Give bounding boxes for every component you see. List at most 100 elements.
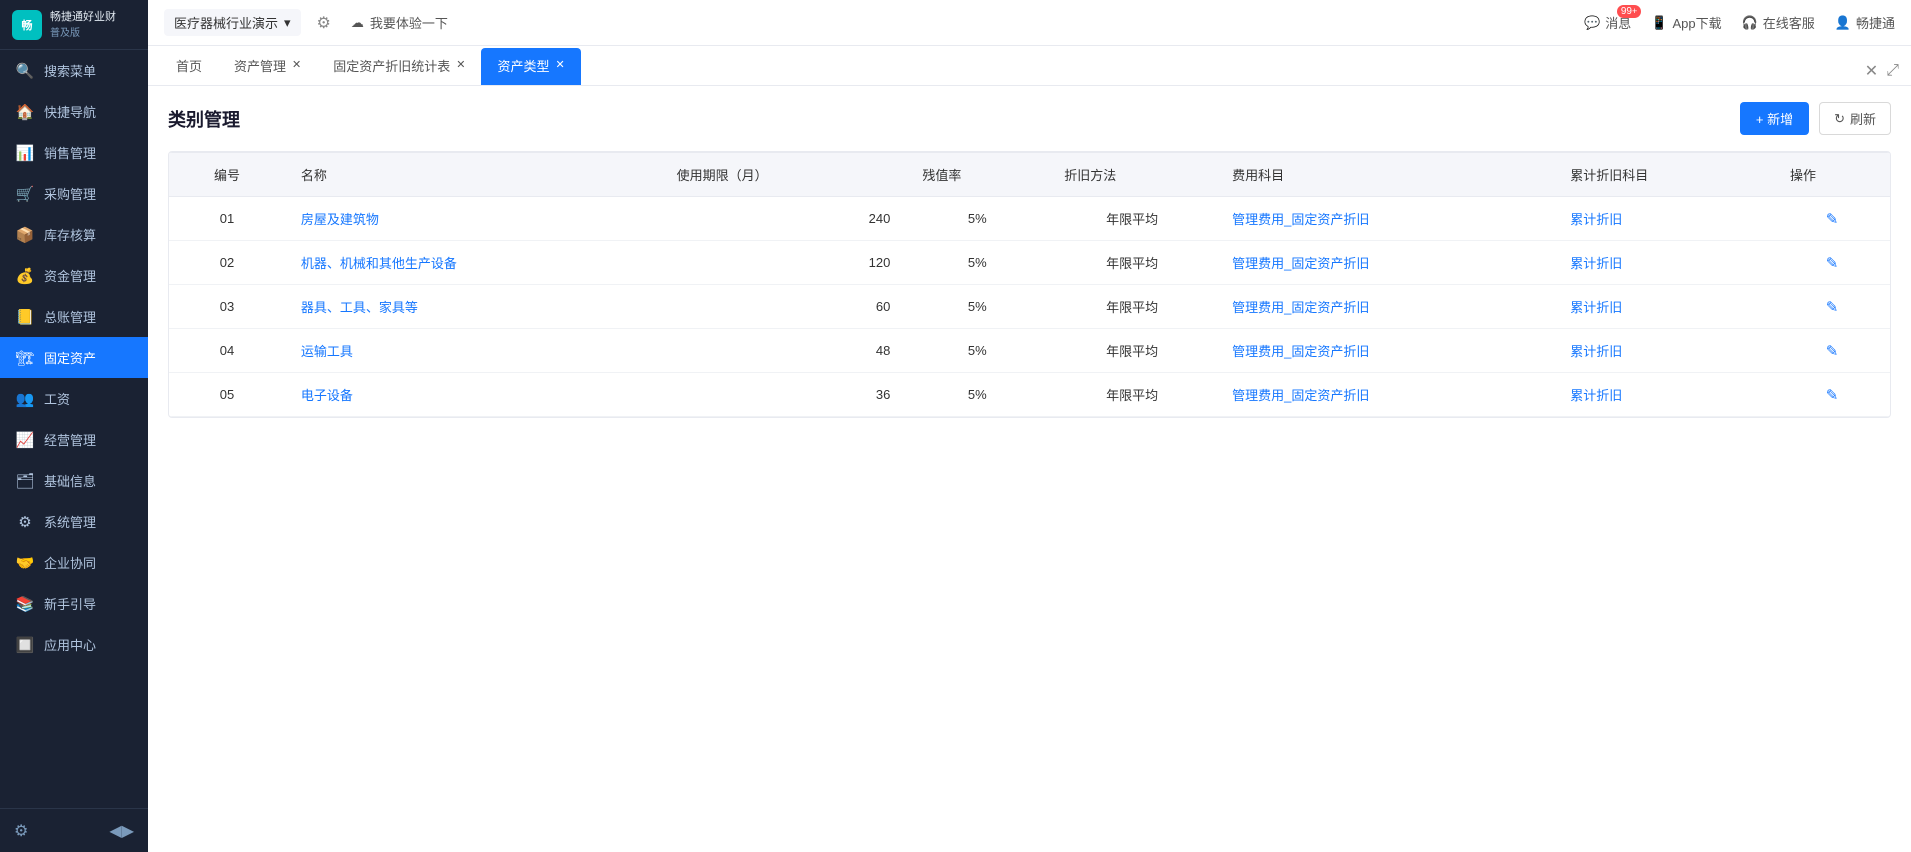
sidebar-item-label: 工资	[44, 389, 70, 408]
sidebar-item-label: 新手引导	[44, 594, 96, 613]
collapse-icon[interactable]: ◀▶	[109, 821, 134, 841]
app-download-icon: 📱	[1651, 15, 1667, 31]
table-column-header: 折旧方法	[1048, 153, 1216, 197]
sidebar-item-payroll[interactable]: 👥 工资	[0, 378, 148, 419]
tab-asset-type[interactable]: 资产类型✕	[481, 48, 580, 85]
sidebar-item-label: 固定资产	[44, 348, 96, 367]
page-header: 类别管理 + 新增 ↻ 刷新	[168, 102, 1891, 135]
user-btn[interactable]: 👤 畅捷通	[1835, 13, 1895, 32]
sidebar-logo: 畅 畅捷通好业财 普及版	[0, 0, 148, 50]
guide-icon: 📚	[16, 595, 34, 613]
sidebar-item-fixed-asset[interactable]: 🏗 固定资产	[0, 337, 148, 378]
service-btn[interactable]: 🎧 在线客服	[1742, 13, 1815, 32]
base-info-icon: 🗂	[16, 472, 34, 490]
cell-expense-account: 管理费用_固定资产折旧	[1216, 197, 1554, 241]
sidebar-item-guide[interactable]: 📚 新手引导	[0, 583, 148, 624]
cell-expense-account: 管理费用_固定资产折旧	[1216, 329, 1554, 373]
app-logo-text: 畅捷通好业财 普及版	[50, 10, 116, 39]
edit-icon[interactable]: ✎	[1826, 299, 1839, 316]
close-tab-icon[interactable]: ✕	[1865, 61, 1878, 81]
table-column-header: 编号	[169, 153, 285, 197]
cell-action: ✎	[1774, 329, 1890, 373]
edit-icon[interactable]: ✎	[1826, 387, 1839, 404]
cell-period: 36	[661, 373, 907, 417]
tab-asset-mgmt[interactable]: 资产管理 ✕	[218, 48, 317, 85]
table-column-header: 使用期限（月）	[661, 153, 907, 197]
refresh-button[interactable]: ↻ 刷新	[1819, 102, 1891, 135]
sidebar-item-search[interactable]: 🔍 搜索菜单	[0, 50, 148, 91]
chevron-down-icon: ▾	[284, 15, 291, 31]
edit-icon[interactable]: ✎	[1826, 255, 1839, 272]
table-body: 01 房屋及建筑物 240 5% 年限平均 管理费用_固定资产折旧 累计折旧 ✎…	[169, 197, 1890, 417]
edit-icon[interactable]: ✎	[1826, 211, 1839, 228]
topbar: 医疗器械行业演示 ▾ ⚙ ☁ 我要体验一下 💬 消息 99+ 📱 App下载 🎧…	[148, 0, 1911, 46]
expand-tab-icon[interactable]: ⤢	[1886, 62, 1899, 80]
page-title: 类别管理	[168, 106, 240, 132]
cell-id: 02	[169, 241, 285, 285]
tab-home[interactable]: 首页	[160, 48, 218, 85]
edit-icon[interactable]: ✎	[1826, 343, 1839, 360]
tab-fixed-asset-table[interactable]: 固定资产折旧统计表✕	[317, 48, 481, 85]
sidebar-item-base-info[interactable]: 🗂 基础信息	[0, 460, 148, 501]
headset-icon: 🎧	[1742, 15, 1758, 31]
cell-action: ✎	[1774, 197, 1890, 241]
sidebar-item-sales[interactable]: 📊 销售管理	[0, 132, 148, 173]
sidebar-item-label: 销售管理	[44, 143, 96, 162]
table-column-header: 累计折旧科目	[1554, 153, 1774, 197]
table-header: 编号名称使用期限（月）残值率折旧方法费用科目累计折旧科目操作	[169, 153, 1890, 197]
cell-name: 运输工具	[285, 329, 661, 373]
cell-id: 04	[169, 329, 285, 373]
system-icon: ⚙	[16, 513, 34, 531]
demo-label: 医疗器械行业演示	[174, 13, 278, 32]
message-btn[interactable]: 💬 消息 99+	[1584, 13, 1631, 32]
sidebar-item-inventory[interactable]: 📦 库存核算	[0, 214, 148, 255]
settings-icon[interactable]: ⚙	[14, 821, 28, 841]
topbar-settings-icon[interactable]: ⚙	[317, 13, 331, 33]
tab-close-asset-mgmt[interactable]: ✕	[292, 60, 301, 71]
demo-selector[interactable]: 医疗器械行业演示 ▾	[164, 9, 301, 36]
user-icon: 👤	[1835, 15, 1851, 31]
cell-name: 房屋及建筑物	[285, 197, 661, 241]
table-column-header: 费用科目	[1216, 153, 1554, 197]
experience-btn[interactable]: ☁ 我要体验一下	[351, 13, 448, 32]
tabs-bar: 首页资产管理✕固定资产折旧统计表✕资产类型✕ ✕ ⤢	[148, 46, 1911, 86]
sidebar-item-label: 资金管理	[44, 266, 96, 285]
new-button[interactable]: + 新增	[1740, 102, 1809, 135]
sidebar-item-operations[interactable]: 📈 经营管理	[0, 419, 148, 460]
table-row: 01 房屋及建筑物 240 5% 年限平均 管理费用_固定资产折旧 累计折旧 ✎	[169, 197, 1890, 241]
sidebar-item-purchase[interactable]: 🛒 采购管理	[0, 173, 148, 214]
cell-method: 年限平均	[1048, 373, 1216, 417]
sidebar-item-system[interactable]: ⚙ 系统管理	[0, 501, 148, 542]
sidebar-item-capital[interactable]: 💰 资金管理	[0, 255, 148, 296]
tab-close-fixed-asset-table[interactable]: ✕	[456, 60, 465, 71]
sidebar-item-ledger[interactable]: 📒 总账管理	[0, 296, 148, 337]
tabs-container: 首页资产管理✕固定资产折旧统计表✕资产类型✕	[160, 48, 581, 85]
cell-residual: 5%	[906, 373, 1048, 417]
tab-close-asset-type[interactable]: ✕	[556, 60, 565, 71]
message-icon: 💬	[1584, 15, 1600, 31]
table-row: 03 器具、工具、家具等 60 5% 年限平均 管理费用_固定资产折旧 累计折旧…	[169, 285, 1890, 329]
cell-period: 120	[661, 241, 907, 285]
refresh-icon: ↻	[1834, 111, 1845, 127]
cell-id: 05	[169, 373, 285, 417]
table-row: 02 机器、机械和其他生产设备 120 5% 年限平均 管理费用_固定资产折旧 …	[169, 241, 1890, 285]
sales-icon: 📊	[16, 144, 34, 162]
main-area: 医疗器械行业演示 ▾ ⚙ ☁ 我要体验一下 💬 消息 99+ 📱 App下载 🎧…	[148, 0, 1911, 852]
cell-residual: 5%	[906, 285, 1048, 329]
sidebar-item-label: 搜索菜单	[44, 61, 96, 80]
sidebar-item-enterprise[interactable]: 🤝 企业协同	[0, 542, 148, 583]
tab-label-asset-mgmt: 资产管理	[234, 56, 286, 75]
cell-accum-account: 累计折旧	[1554, 241, 1774, 285]
cloud-icon: ☁	[351, 15, 364, 31]
cell-method: 年限平均	[1048, 241, 1216, 285]
sidebar-item-label: 应用中心	[44, 635, 96, 654]
search-icon: 🔍	[16, 62, 34, 80]
app-logo-icon: 畅	[12, 10, 42, 40]
app-download-btn[interactable]: 📱 App下载	[1651, 13, 1721, 32]
table-row: 04 运输工具 48 5% 年限平均 管理费用_固定资产折旧 累计折旧 ✎	[169, 329, 1890, 373]
topbar-right: 💬 消息 99+ 📱 App下载 🎧 在线客服 👤 畅捷通	[1584, 13, 1895, 32]
sidebar-item-quick-nav[interactable]: 🏠 快捷导航	[0, 91, 148, 132]
cell-action: ✎	[1774, 241, 1890, 285]
quick-nav-icon: 🏠	[16, 103, 34, 121]
sidebar-item-app-center[interactable]: 🔲 应用中心	[0, 624, 148, 665]
